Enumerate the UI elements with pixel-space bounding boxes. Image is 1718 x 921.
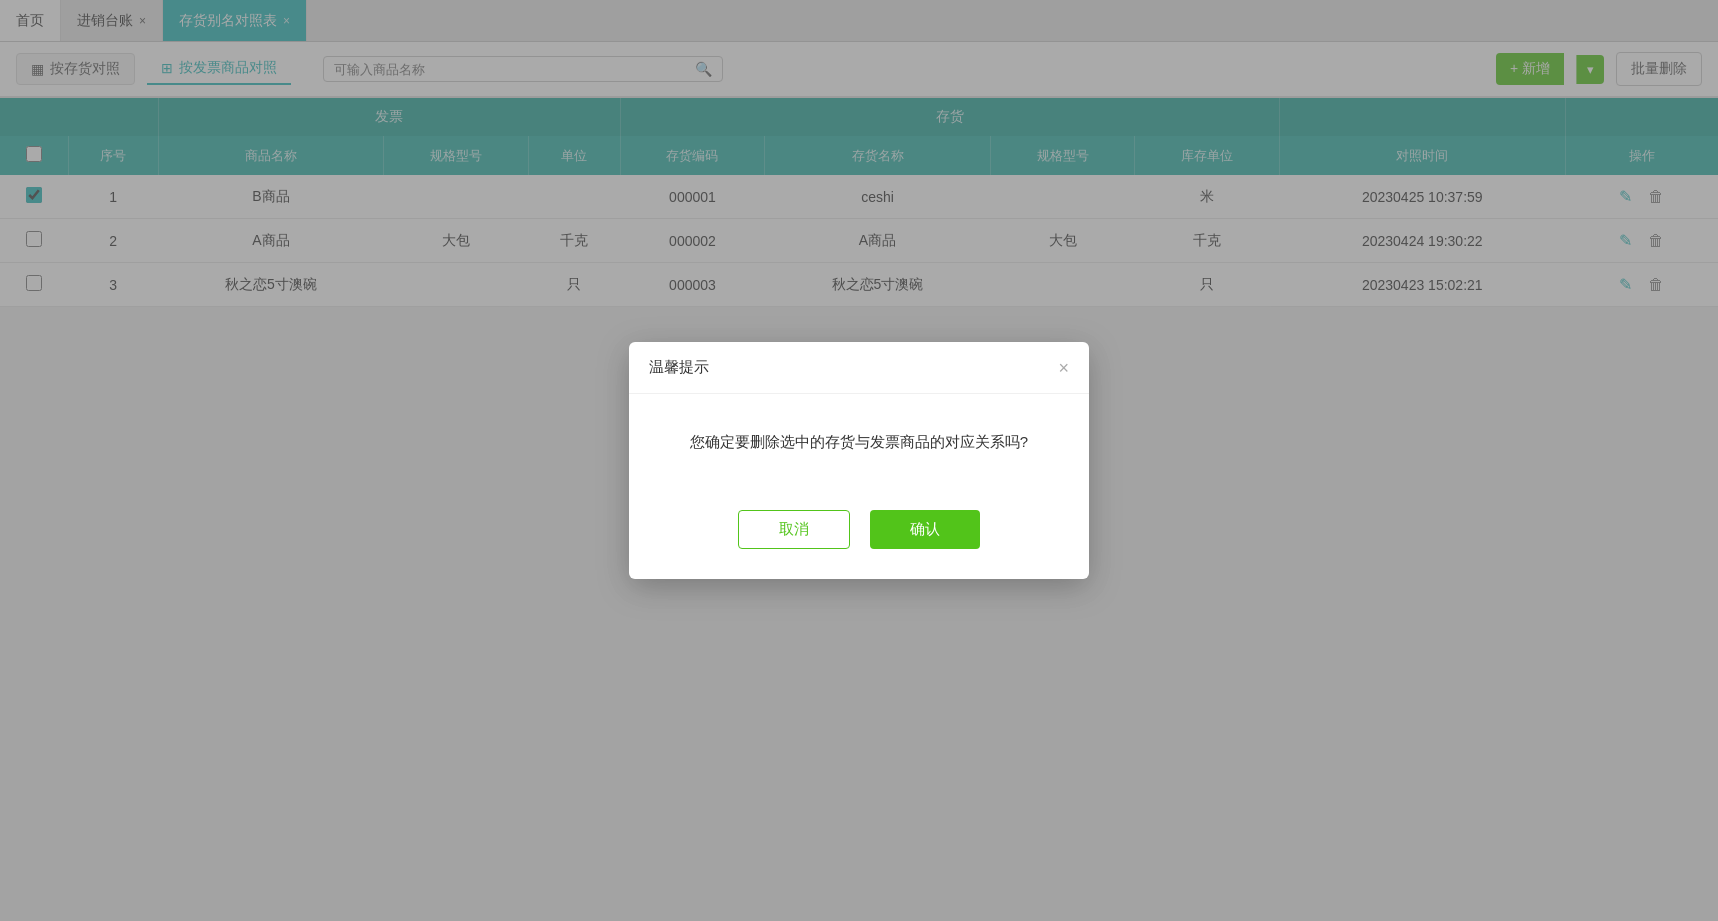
confirm-dialog: 温馨提示 × 您确定要删除选中的存货与发票商品的对应关系吗? 取消 确认 xyxy=(629,342,1089,579)
dialog-header: 温馨提示 × xyxy=(629,342,1089,394)
dialog-close-button[interactable]: × xyxy=(1058,359,1069,377)
dialog-confirm-button[interactable]: 确认 xyxy=(870,510,980,549)
dialog-body: 您确定要删除选中的存货与发票商品的对应关系吗? xyxy=(629,394,1089,490)
dialog-footer: 取消 确认 xyxy=(629,490,1089,579)
dialog-message: 您确定要删除选中的存货与发票商品的对应关系吗? xyxy=(690,433,1028,450)
dialog-overlay: 温馨提示 × 您确定要删除选中的存货与发票商品的对应关系吗? 取消 确认 xyxy=(0,0,1718,921)
dialog-title: 温馨提示 xyxy=(649,358,709,377)
dialog-cancel-button[interactable]: 取消 xyxy=(738,510,850,549)
